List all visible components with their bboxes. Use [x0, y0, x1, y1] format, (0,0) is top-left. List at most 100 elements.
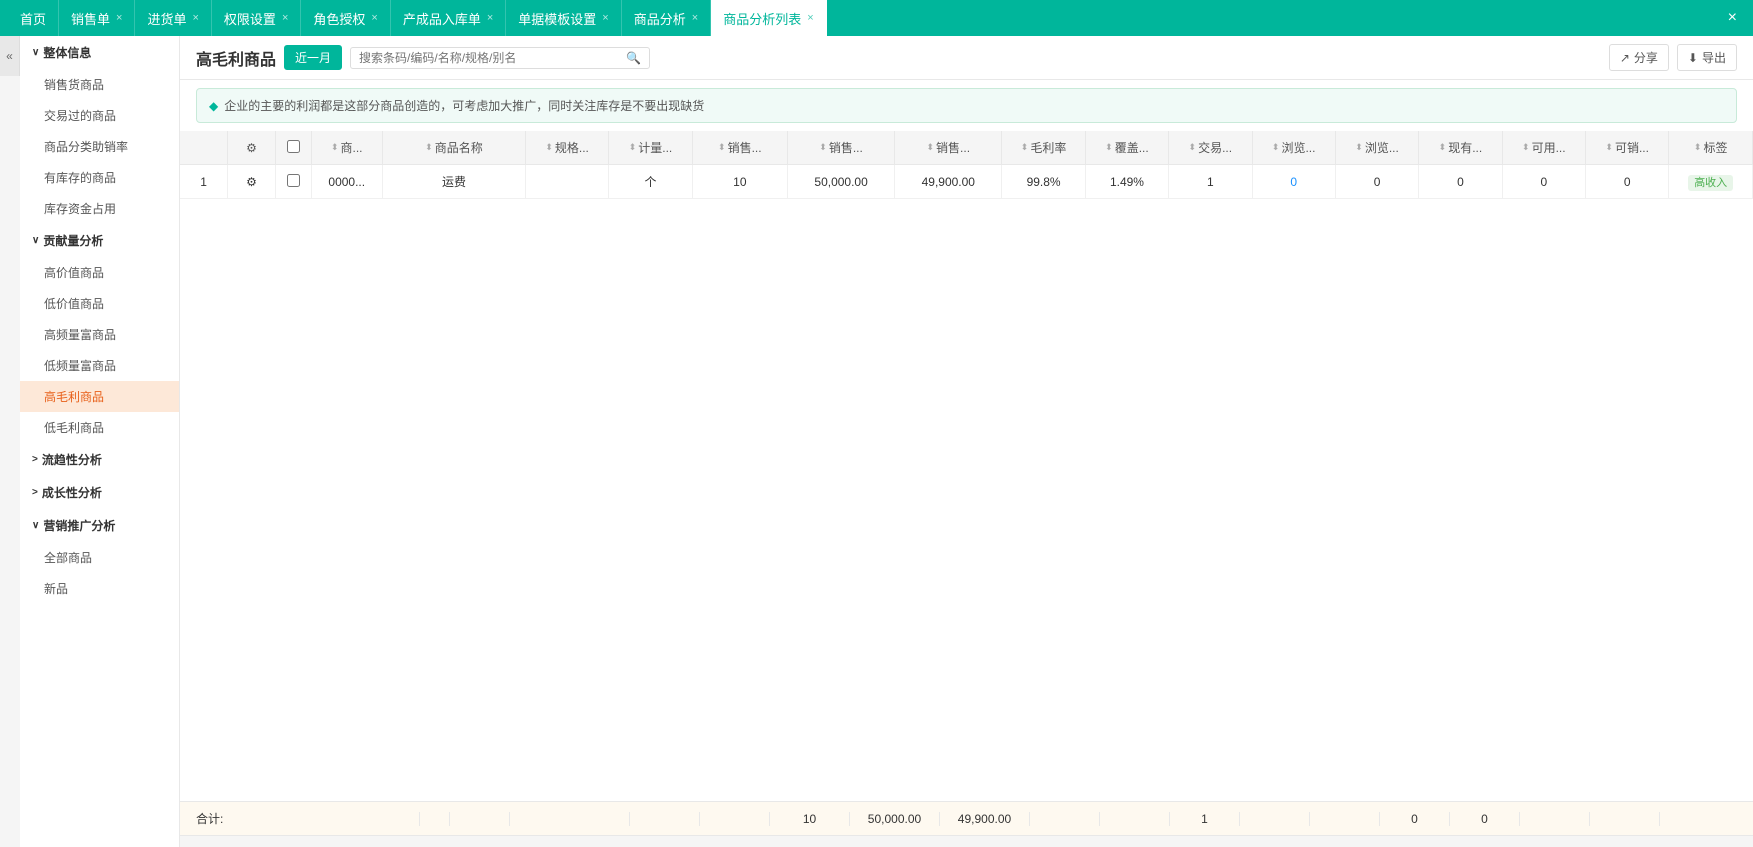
col-header-num	[180, 131, 228, 165]
footer-label: 合计:	[180, 810, 380, 827]
col-sort-icon: ⬍	[718, 142, 726, 153]
cell-name: 运费	[382, 165, 525, 199]
nav-tab-close-analysis[interactable]: ×	[692, 12, 698, 24]
row-checkbox[interactable]	[287, 174, 300, 187]
footer-coverage	[1100, 812, 1170, 826]
col-header-browse1: ⬍浏览...	[1252, 131, 1335, 165]
nav-tab-close-templates[interactable]: ×	[602, 12, 608, 24]
sidebar-group-title-wealth[interactable]: ∨贡献量分析	[20, 224, 179, 257]
col-header-spec: ⬍规格...	[525, 131, 608, 165]
col-header-sales-amount: ⬍销售...	[787, 131, 894, 165]
cell-code: 0000...	[311, 165, 382, 199]
sidebar-item-goods-analysis[interactable]: 商品分类助销率	[20, 131, 179, 162]
filter-recent-month-button[interactable]: 近一月	[284, 45, 342, 70]
info-banner: ◆ 企业的主要的利润都是这部分商品创造的，可考虑加大推广，同时关注库存是不要出现…	[196, 88, 1737, 123]
col-sort-icon: ⬍	[1694, 142, 1702, 153]
nav-tab-purchase[interactable]: 进货单×	[135, 0, 211, 36]
sidebar-item-inventory-ratio[interactable]: 库存资金占用	[20, 193, 179, 224]
col-sort-icon: ⬍	[1189, 142, 1197, 153]
nav-tab-close-permissions[interactable]: ×	[282, 12, 288, 24]
footer-empty5	[630, 812, 700, 826]
table-row: 1⚙0000...运费个1050,000.0049,900.0099.8%1.4…	[180, 165, 1753, 199]
cell-sales-cost: 49,900.00	[895, 165, 1002, 199]
sidebar-item-high-freq[interactable]: 高频量富商品	[20, 319, 179, 350]
cell-check	[275, 165, 311, 199]
sidebar-item-new-goods[interactable]: 新品	[20, 573, 179, 604]
sidebar-item-sales-goods[interactable]: 销售货商品	[20, 69, 179, 100]
sidebar-group-title-flow[interactable]: > 流趋性分析	[20, 443, 179, 476]
sidebar-item-traded-goods[interactable]: 交易过的商品	[20, 100, 179, 131]
nav-tab-permissions[interactable]: 权限设置×	[212, 0, 301, 36]
cell-tag: 高收入	[1669, 165, 1753, 199]
search-input[interactable]	[359, 51, 622, 65]
col-header-gross-rate: ⬍毛利率	[1002, 131, 1085, 165]
cell-browse1[interactable]: 0	[1252, 165, 1335, 199]
nav-tab-close-sales[interactable]: ×	[116, 12, 122, 24]
header-actions: ↗ 分享 ⬇ 导出	[1609, 44, 1737, 71]
sidebar-item-low-freq[interactable]: 低频量富商品	[20, 350, 179, 381]
sidebar-group-arrow-wealth: ∨	[32, 235, 39, 246]
footer-bar: 合计: 10 50,000.00 49,900.00 1 0	[180, 801, 1753, 835]
cell-gross-rate: 99.8%	[1002, 165, 1085, 199]
cell-current: 0	[1419, 165, 1502, 199]
footer-sales-qty: 10	[770, 812, 850, 826]
share-icon: ↗	[1620, 51, 1630, 65]
col-header-code: ⬍商...	[311, 131, 382, 165]
sidebar-item-high-profit[interactable]: 高毛利商品	[20, 381, 179, 412]
select-all-checkbox[interactable]	[287, 140, 300, 153]
cell-settings[interactable]: ⚙	[228, 165, 276, 199]
export-button[interactable]: ⬇ 导出	[1677, 44, 1737, 71]
sidebar-group-label-overall: 整体信息	[43, 44, 91, 61]
nav-tab-sales[interactable]: 销售单×	[59, 0, 135, 36]
cell-browse2: 0	[1335, 165, 1418, 199]
col-header-browse2: ⬍浏览...	[1335, 131, 1418, 165]
col-sort-icon: ⬍	[1105, 142, 1113, 153]
nav-tab-products[interactable]: 产成品入库单×	[391, 0, 506, 36]
sidebar: ∨ 整体信息销售货商品交易过的商品商品分类助销率有库存的商品库存资金占用∨贡献量分…	[20, 36, 180, 847]
nav-tab-close-analysis-list[interactable]: ×	[807, 12, 813, 24]
share-button[interactable]: ↗ 分享	[1609, 44, 1669, 71]
sidebar-group-title-growth[interactable]: >成长性分析	[20, 476, 179, 509]
nav-tab-analysis[interactable]: 商品分析×	[622, 0, 711, 36]
col-header-coverage: ⬍覆盖...	[1085, 131, 1168, 165]
sidebar-item-low-value[interactable]: 低价值商品	[20, 288, 179, 319]
export-icon: ⬇	[1688, 51, 1698, 65]
footer-browse1	[1240, 812, 1310, 826]
nav-tab-close-products[interactable]: ×	[487, 12, 493, 24]
nav-tab-close-purchase[interactable]: ×	[192, 12, 198, 24]
sidebar-item-all-goods[interactable]: 全部商品	[20, 542, 179, 573]
cell-saleable: 0	[1586, 165, 1669, 199]
sidebar-item-high-value[interactable]: 高价值商品	[20, 257, 179, 288]
cell-num: 1	[180, 165, 228, 199]
col-header-setting[interactable]: ⚙	[228, 131, 276, 165]
sidebar-group-label-flow: 流趋性分析	[42, 451, 102, 468]
col-header-check[interactable]	[275, 131, 311, 165]
col-sort-icon: ⬍	[331, 142, 339, 153]
nav-tab-close-roles[interactable]: ×	[371, 12, 377, 24]
search-icon[interactable]: 🔍	[626, 51, 641, 65]
bottom-scrollbar[interactable]	[180, 835, 1753, 847]
sidebar-group-arrow-overall: ∨	[32, 47, 39, 58]
cell-sales-amount: 50,000.00	[787, 165, 894, 199]
nav-tab-home[interactable]: 首页	[8, 0, 59, 36]
footer-empty2	[420, 812, 450, 826]
col-header-sales-qty: ⬍销售...	[692, 131, 787, 165]
sidebar-group-title-overall[interactable]: ∨ 整体信息	[20, 36, 179, 69]
sidebar-collapse-button[interactable]: «	[0, 36, 20, 76]
sidebar-group-arrow-flow: >	[32, 454, 38, 465]
footer-available: 0	[1450, 812, 1520, 826]
sidebar-group-title-marketing[interactable]: ∨营销推广分析	[20, 509, 179, 542]
nav-tab-analysis-list[interactable]: 商品分析列表×	[711, 0, 826, 36]
nav-tab-roles[interactable]: 角色授权×	[301, 0, 390, 36]
col-sort-icon: ⬍	[927, 142, 935, 153]
sidebar-item-inventory-goods[interactable]: 有库存的商品	[20, 162, 179, 193]
col-sort-icon: ⬍	[1021, 142, 1029, 153]
footer-empty4	[510, 812, 630, 826]
footer-saleable	[1520, 812, 1590, 826]
close-all-icon[interactable]: ×	[1720, 9, 1745, 27]
col-sort-icon: ⬍	[1439, 142, 1447, 153]
footer-tag	[1590, 812, 1660, 826]
cell-available: 0	[1502, 165, 1585, 199]
nav-tab-templates[interactable]: 单据模板设置×	[506, 0, 621, 36]
sidebar-item-low-profit[interactable]: 低毛利商品	[20, 412, 179, 443]
